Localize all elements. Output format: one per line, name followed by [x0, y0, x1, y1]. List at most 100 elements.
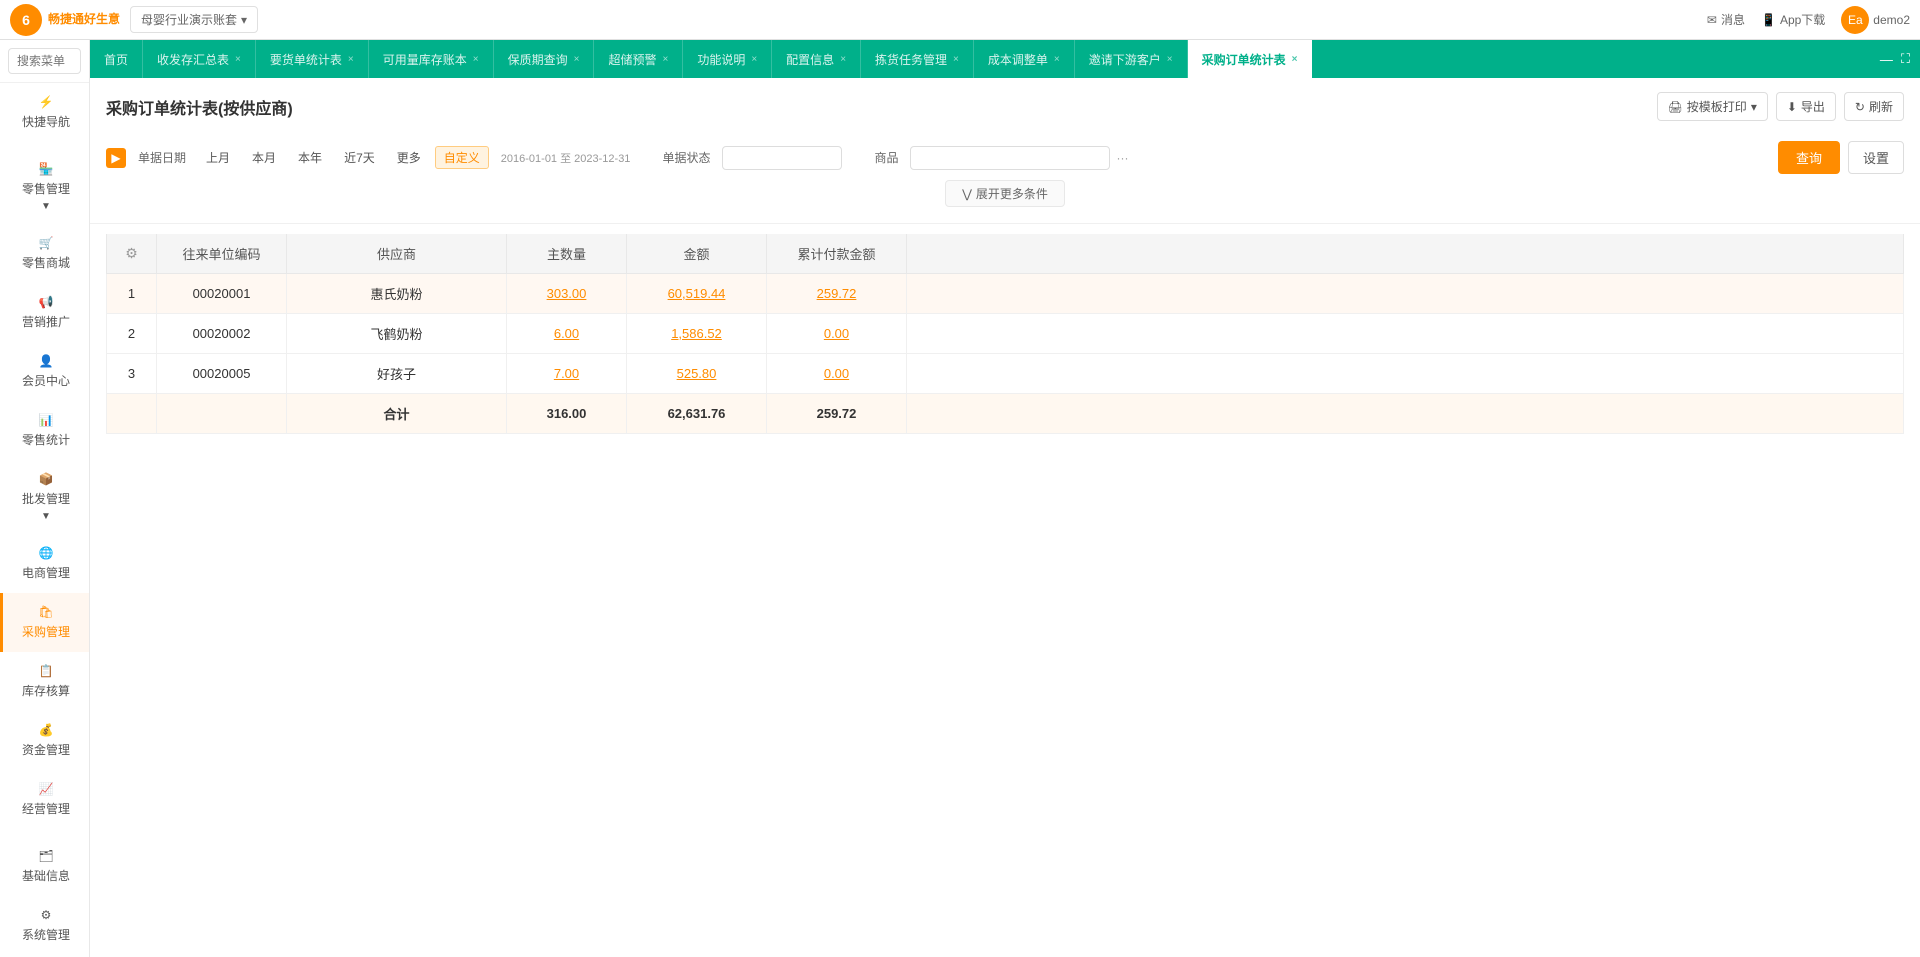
sidebar-item-system[interactable]: ⚙ 系统管理	[0, 896, 89, 955]
close-icon[interactable]: ×	[662, 54, 668, 65]
sidebar-item-ecommerce[interactable]: 🌐 电商管理	[0, 534, 89, 593]
amount-link[interactable]: 60,519.44	[668, 286, 726, 301]
amount-link[interactable]: 525.80	[677, 366, 717, 381]
sidebar-item-inventory[interactable]: 📋 库存核算	[0, 652, 89, 711]
paid-link[interactable]: 0.00	[824, 326, 849, 341]
close-icon[interactable]: ×	[473, 54, 479, 65]
paid-link[interactable]: 0.00	[824, 366, 849, 381]
close-icon[interactable]: ×	[348, 54, 354, 65]
shortcut-last-month[interactable]: 上月	[198, 147, 238, 168]
sidebar-item-marketing[interactable]: 📢 营销推广	[0, 283, 89, 342]
system-icon: ⚙	[41, 908, 52, 922]
col-extra-header	[907, 234, 1904, 274]
filter-expand-icon[interactable]: ▶	[106, 148, 126, 168]
tab-cost-adjust[interactable]: 成本调整单 ×	[974, 40, 1075, 78]
retail-stats-icon: 📊	[39, 413, 54, 427]
row-amount: 60,519.44	[627, 274, 767, 314]
operation-icon: 📈	[39, 782, 54, 796]
goods-input[interactable]	[910, 146, 1110, 170]
page-actions: 🖨 按模板打印 ▾ ⬇ 导出 ↻ 刷新	[1657, 92, 1904, 121]
status-select[interactable]	[722, 146, 842, 170]
close-icon[interactable]: ×	[953, 54, 959, 65]
app-download-button[interactable]: 📱 App下载	[1761, 11, 1825, 28]
close-icon[interactable]: ×	[751, 54, 757, 65]
shortcut-this-year[interactable]: 本年	[290, 147, 330, 168]
user-area[interactable]: Ea demo2	[1841, 6, 1910, 34]
row-amount: 1,586.52	[627, 314, 767, 354]
basic-info-icon: 🗂	[38, 849, 53, 863]
tab-overstock[interactable]: 超储预警 ×	[594, 40, 683, 78]
close-icon[interactable]: ×	[1054, 54, 1060, 65]
footer-empty-2	[157, 394, 287, 434]
row-amount: 525.80	[627, 354, 767, 394]
settings-button[interactable]: 设置	[1848, 141, 1904, 174]
shortcut-more[interactable]: 更多	[389, 147, 429, 168]
shortcut-this-month[interactable]: 本月	[244, 147, 284, 168]
date-range: 2016-01-01 至 2023-12-31	[501, 150, 631, 166]
close-icon[interactable]: ×	[1167, 54, 1173, 65]
chevron-down-icon: ▼	[41, 201, 51, 212]
amount-link[interactable]: 1,586.52	[671, 326, 722, 341]
refresh-button[interactable]: ↻ 刷新	[1844, 92, 1904, 121]
tab-order-stats[interactable]: 要货单统计表 ×	[256, 40, 369, 78]
print-button[interactable]: 🖨 按模板打印 ▾	[1657, 92, 1768, 121]
close-icon[interactable]: ×	[840, 54, 846, 65]
sidebar-item-basic-info[interactable]: 🗂 基础信息	[0, 837, 89, 896]
sidebar-item-operation[interactable]: 📈 经营管理	[0, 770, 89, 829]
filter-dates: 上月 本月 本年 近7天 更多 自定义	[198, 146, 489, 169]
maximize-icon[interactable]: ⛶	[1901, 51, 1910, 67]
qty-link[interactable]: 303.00	[547, 286, 587, 301]
qty-link[interactable]: 7.00	[554, 366, 579, 381]
chevron-down-icon-print: ▾	[1751, 100, 1757, 114]
close-icon[interactable]: ×	[235, 54, 241, 65]
col-settings-header: ⚙	[107, 234, 157, 274]
shortcut-7days[interactable]: 近7天	[336, 147, 383, 168]
sidebar-item-member[interactable]: 👤 会员中心	[0, 342, 89, 401]
tab-pick-task[interactable]: 拣货任务管理 ×	[861, 40, 974, 78]
tab-stock-book[interactable]: 可用量库存账本 ×	[369, 40, 494, 78]
tab-config[interactable]: 配置信息 ×	[772, 40, 861, 78]
message-button[interactable]: ✉ 消息	[1707, 11, 1745, 28]
tab-shelf-life[interactable]: 保质期查询 ×	[494, 40, 595, 78]
tab-function-desc[interactable]: 功能说明 ×	[683, 40, 772, 78]
filter-status	[722, 146, 842, 170]
sidebar-item-purchase[interactable]: 🛍 采购管理	[0, 593, 89, 652]
sidebar-item-retail-stats[interactable]: 📊 零售统计	[0, 401, 89, 460]
footer-amount: 62,631.76	[627, 394, 767, 434]
top-bar: 6 畅捷通好生意 母婴行业演示账套 ▾ ✉ 消息 📱 App下载 Ea demo…	[0, 0, 1920, 40]
sidebar-item-finance[interactable]: 💰 资金管理	[0, 711, 89, 770]
table-row: 3 00020005 好孩子 7.00 525.80 0.00	[107, 354, 1904, 394]
table-footer: 合计 316.00 62,631.76 259.72	[107, 394, 1904, 434]
minimize-icon[interactable]: —	[1880, 52, 1893, 67]
sidebar-item-retail-mall[interactable]: 🛒 零售商城	[0, 224, 89, 283]
tab-home[interactable]: 首页	[90, 40, 143, 78]
col-paid-header: 累计付款金额	[767, 234, 907, 274]
table-settings-icon[interactable]: ⚙	[125, 245, 138, 261]
paid-link[interactable]: 259.72	[817, 286, 857, 301]
sidebar-item-quick-nav[interactable]: ⚡ 快捷导航	[0, 83, 89, 142]
expand-more-button[interactable]: ⋁ 展开更多条件	[945, 180, 1065, 207]
qty-link[interactable]: 6.00	[554, 326, 579, 341]
goods-more-icon[interactable]: ···	[1116, 151, 1128, 165]
filter-area: ▶ 单据日期 上月 本月 本年 近7天 更多 自定义 201	[90, 131, 1920, 224]
row-code: 00020001	[157, 274, 287, 314]
sidebar-search-area	[0, 40, 89, 83]
sidebar-item-wholesale[interactable]: 📦 批发管理 ▼	[0, 460, 89, 534]
goods-label: 商品	[874, 149, 898, 166]
tab-receipt-summary[interactable]: 收发存汇总表 ×	[143, 40, 256, 78]
marketing-icon: 📢	[39, 295, 54, 309]
store-selector[interactable]: 母婴行业演示账套 ▾	[130, 6, 258, 33]
sidebar-item-retail-mgmt[interactable]: 🏪 零售管理 ▼	[0, 150, 89, 224]
footer-label: 合计	[287, 394, 507, 434]
query-button[interactable]: 查询	[1778, 141, 1840, 174]
export-button[interactable]: ⬇ 导出	[1776, 92, 1836, 121]
avatar: Ea	[1841, 6, 1869, 34]
search-input[interactable]	[8, 48, 81, 74]
message-icon: ✉	[1707, 13, 1717, 27]
logo-icon: 6	[10, 4, 42, 36]
tab-invite-customer[interactable]: 邀请下游客户 ×	[1075, 40, 1188, 78]
shortcut-custom[interactable]: 自定义	[435, 146, 489, 169]
close-icon[interactable]: ×	[574, 54, 580, 65]
close-icon[interactable]: ×	[1292, 54, 1298, 65]
tab-purchase-order-stats[interactable]: 采购订单统计表 ×	[1188, 40, 1313, 78]
